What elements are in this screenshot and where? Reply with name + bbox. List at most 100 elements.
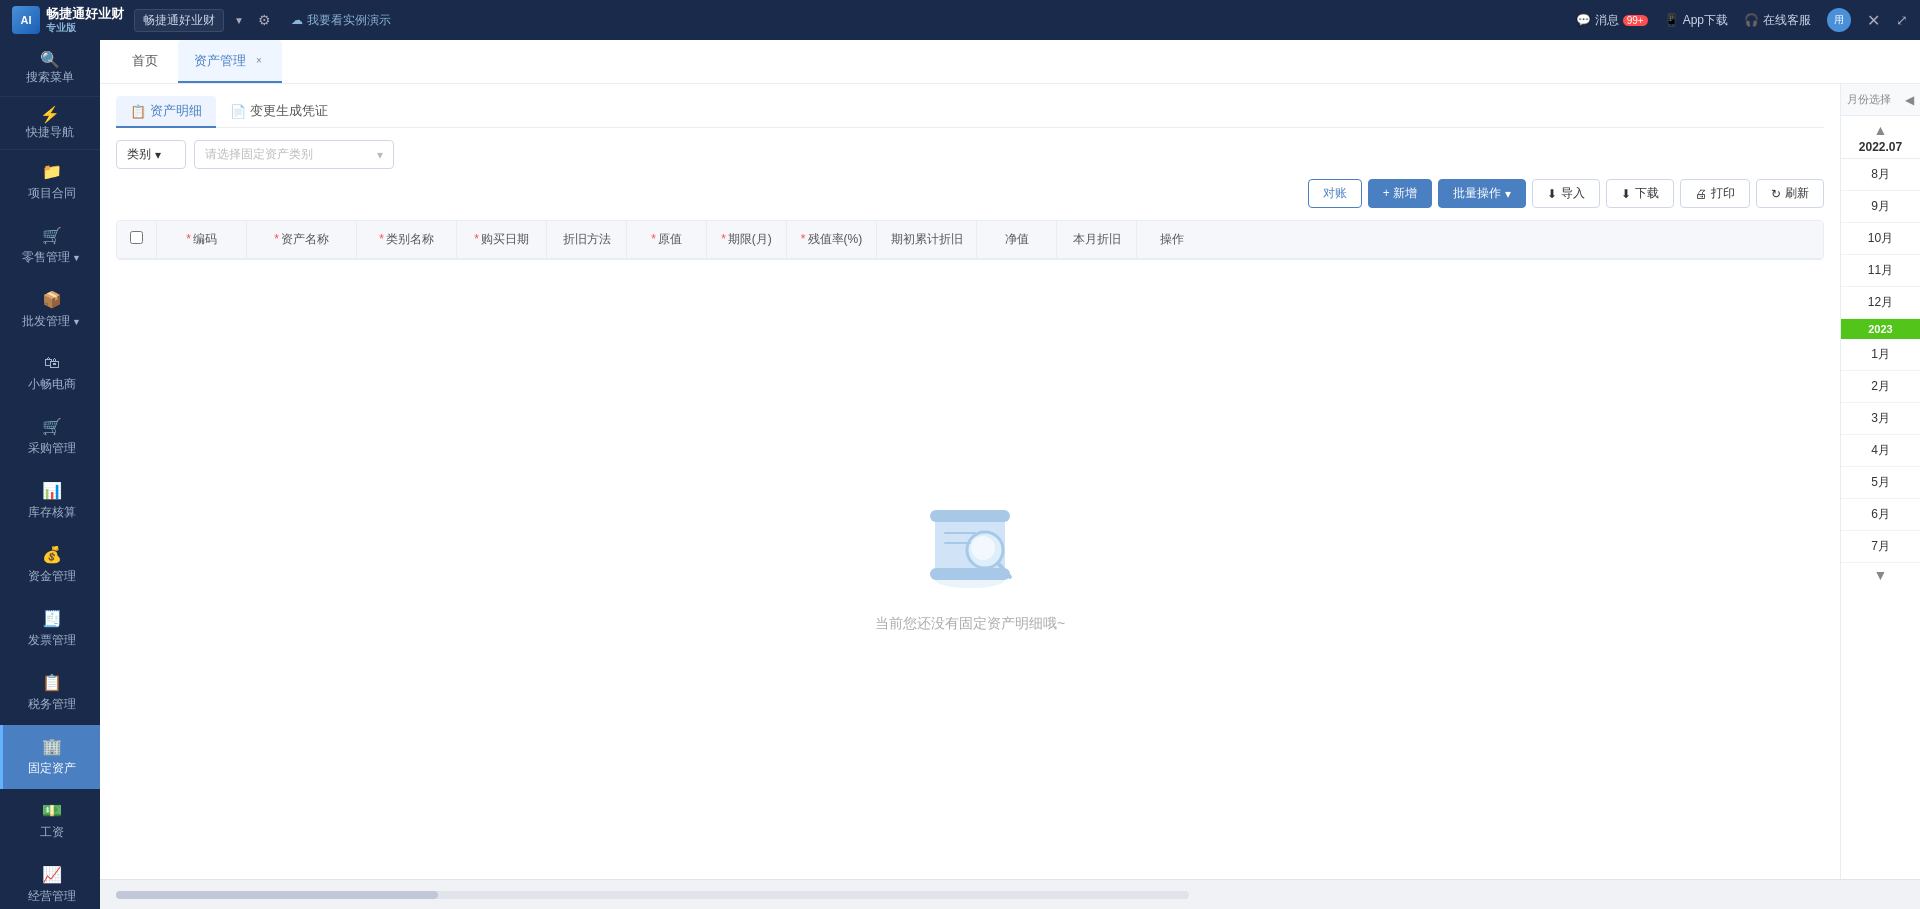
sidebar-item-invoice-mgmt[interactable]: 🧾 发票管理 xyxy=(0,597,100,661)
th-period-months: *期限(月) xyxy=(707,221,787,258)
sidebar-nav-label: 快捷导航 xyxy=(8,124,92,141)
month-item-4[interactable]: 4月 xyxy=(1841,435,1920,467)
operations-icon: 📈 xyxy=(11,865,92,884)
sidebar-item-wholesale-mgmt[interactable]: 📦 批发管理 ▼ xyxy=(0,278,100,342)
month-item-2[interactable]: 2月 xyxy=(1841,371,1920,403)
sidebar-item-fund-mgmt[interactable]: 💰 资金管理 xyxy=(0,533,100,597)
wholesale-icon: 📦 xyxy=(42,290,62,309)
app-subtitle: 专业版 xyxy=(46,22,124,34)
sidebar-item-tax-mgmt[interactable]: 📋 税务管理 xyxy=(0,661,100,725)
online-service-button[interactable]: 🎧 在线客服 xyxy=(1744,12,1811,29)
window-expand-icon[interactable]: ⤢ xyxy=(1896,12,1908,28)
month-item-1[interactable]: 1月 xyxy=(1841,339,1920,371)
select-all-checkbox[interactable] xyxy=(130,231,143,244)
tax-icon: 📋 xyxy=(11,673,92,692)
month-panel: 月份选择 ◀ ▲ 2022.07 8月 9月 10月 11月 12月 2023 … xyxy=(1840,84,1920,879)
month-item-10[interactable]: 10月 xyxy=(1841,223,1920,255)
window-close-icon[interactable]: ✕ xyxy=(1867,11,1880,30)
horizontal-scrollbar[interactable] xyxy=(116,891,1189,899)
import-icon: ⬇ xyxy=(1547,187,1557,201)
th-monthly-depreciation: 本月折旧 xyxy=(1057,221,1137,258)
year-badge-2023: 2023 xyxy=(1841,319,1920,339)
sidebar-item-ecommerce[interactable]: 🛍 小畅电商 xyxy=(0,342,100,405)
message-button[interactable]: 💬 消息 99+ xyxy=(1576,12,1648,29)
month-nav-down-icon[interactable]: ▼ xyxy=(1841,563,1920,587)
sidebar-salary-label: 工资 xyxy=(11,824,92,841)
download-button[interactable]: ⬇ 下载 xyxy=(1606,179,1674,208)
refresh-label: 刷新 xyxy=(1785,185,1809,202)
content-area: 首页 资产管理 × 📋 资产明细 📄 变更生成凭证 xyxy=(100,40,1920,909)
sidebar-item-operations-mgmt[interactable]: 📈 经营管理 xyxy=(0,853,100,909)
month-item-12[interactable]: 12月 xyxy=(1841,287,1920,319)
retail-arrow-icon: ▼ xyxy=(72,253,81,263)
month-item-7[interactable]: 7月 xyxy=(1841,531,1920,563)
sidebar-retail-label: 零售管理 xyxy=(22,249,70,266)
demo-link[interactable]: ☁ 我要看实例演示 xyxy=(291,12,391,29)
main-layout: 🔍 搜索菜单 ⚡ 快捷导航 📁 项目合同 🛒 零售管理 ▼ 📦 批发管理 ▼ xyxy=(0,40,1920,909)
th-depreciation-method: 折旧方法 xyxy=(547,221,627,258)
sidebar-item-salary[interactable]: 💵 工资 xyxy=(0,789,100,853)
category-filter-placeholder: 请选择固定资产类别 xyxy=(205,146,313,163)
reconcile-button[interactable]: 对账 xyxy=(1308,179,1362,208)
sub-tab-asset-detail[interactable]: 📋 资产明细 xyxy=(116,96,216,128)
user-avatar[interactable]: 用 xyxy=(1827,8,1851,32)
add-button[interactable]: + 新增 xyxy=(1368,179,1432,208)
category-filter-input[interactable]: 请选择固定资产类别 ▾ xyxy=(194,140,394,169)
th-net-value: 净值 xyxy=(977,221,1057,258)
month-item-5[interactable]: 5月 xyxy=(1841,467,1920,499)
sub-tab-change-voucher[interactable]: 📄 变更生成凭证 xyxy=(216,96,342,128)
month-panel-collapse-icon[interactable]: ◀ xyxy=(1905,93,1914,107)
sidebar-item-quick-nav[interactable]: ⚡ 快捷导航 xyxy=(0,97,100,150)
reconcile-label: 对账 xyxy=(1323,185,1347,202)
refresh-button[interactable]: ↻ 刷新 xyxy=(1756,179,1824,208)
month-item-11[interactable]: 11月 xyxy=(1841,255,1920,287)
import-button[interactable]: ⬇ 导入 xyxy=(1532,179,1600,208)
category-filter-select[interactable]: 类别 ▾ xyxy=(116,140,186,169)
data-table: *编码 *资产名称 *类别名称 *购买日期 折旧方法 * xyxy=(116,220,1824,260)
sidebar-item-retail-mgmt[interactable]: 🛒 零售管理 ▼ xyxy=(0,214,100,278)
retail-icon: 🛒 xyxy=(42,226,62,245)
asset-detail-tab-icon: 📋 xyxy=(130,104,146,119)
download-label: 下载 xyxy=(1635,185,1659,202)
wholesale-arrow-icon: ▼ xyxy=(72,317,81,327)
sub-tab-bar: 📋 资产明细 📄 变更生成凭证 xyxy=(116,96,1824,128)
tab-home[interactable]: 首页 xyxy=(116,40,174,83)
demo-text: 我要看实例演示 xyxy=(307,12,391,29)
asset-detail-tab-label: 资产明细 xyxy=(150,102,202,120)
home-tab-label: 首页 xyxy=(132,52,158,70)
month-item-3[interactable]: 3月 xyxy=(1841,403,1920,435)
company-selector[interactable]: 畅捷通好业财 xyxy=(134,9,224,32)
import-label: 导入 xyxy=(1561,185,1585,202)
month-item-8[interactable]: 8月 xyxy=(1841,159,1920,191)
tab-asset-management[interactable]: 资产管理 × xyxy=(178,40,282,83)
message-label: 消息 xyxy=(1595,12,1619,29)
th-checkbox[interactable] xyxy=(117,221,157,258)
app-download-label: App下载 xyxy=(1683,12,1728,29)
message-badge: 99+ xyxy=(1623,15,1648,26)
batch-ops-button[interactable]: 批量操作 ▾ xyxy=(1438,179,1526,208)
month-year-label: 2022.07 xyxy=(1859,140,1902,154)
sidebar-item-purchase-mgmt[interactable]: 🛒 采购管理 xyxy=(0,405,100,469)
print-button[interactable]: 🖨 打印 xyxy=(1680,179,1750,208)
sidebar-project-label: 项目合同 xyxy=(11,185,92,202)
sidebar-item-search-menu[interactable]: 🔍 搜索菜单 xyxy=(0,40,100,97)
company-dropdown-icon[interactable]: ▼ xyxy=(234,15,244,26)
tab-close-icon[interactable]: × xyxy=(252,54,266,68)
sidebar-item-inventory[interactable]: 📊 库存核算 xyxy=(0,469,100,533)
month-item-9[interactable]: 9月 xyxy=(1841,191,1920,223)
month-item-6[interactable]: 6月 xyxy=(1841,499,1920,531)
app-title: 畅捷通好业财 xyxy=(46,6,124,22)
main-panel: 📋 资产明细 📄 变更生成凭证 类别 ▾ 请选择固定资产类别 xyxy=(100,84,1840,879)
top-bar: AI 畅捷通好业财 专业版 畅捷通好业财 ▼ ⚙ ☁ 我要看实例演示 💬 消息 … xyxy=(0,0,1920,40)
asset-management-tab-label: 资产管理 xyxy=(194,52,246,70)
settings-icon[interactable]: ⚙ xyxy=(258,12,271,28)
sidebar-tax-label: 税务管理 xyxy=(11,696,92,713)
app-download-button[interactable]: 📱 App下载 xyxy=(1664,12,1728,29)
table-header: *编码 *资产名称 *类别名称 *购买日期 折旧方法 * xyxy=(117,221,1823,259)
sidebar-invoice-label: 发票管理 xyxy=(11,632,92,649)
month-nav-up-icon[interactable]: ▲ xyxy=(1847,120,1914,140)
month-panel-year: ▲ 2022.07 xyxy=(1841,116,1920,159)
filter-bar: 类别 ▾ 请选择固定资产类别 ▾ xyxy=(116,140,1824,169)
sidebar-item-fixed-assets[interactable]: 🏢 固定资产 xyxy=(0,725,100,789)
sidebar-item-project-contract[interactable]: 📁 项目合同 xyxy=(0,150,100,214)
